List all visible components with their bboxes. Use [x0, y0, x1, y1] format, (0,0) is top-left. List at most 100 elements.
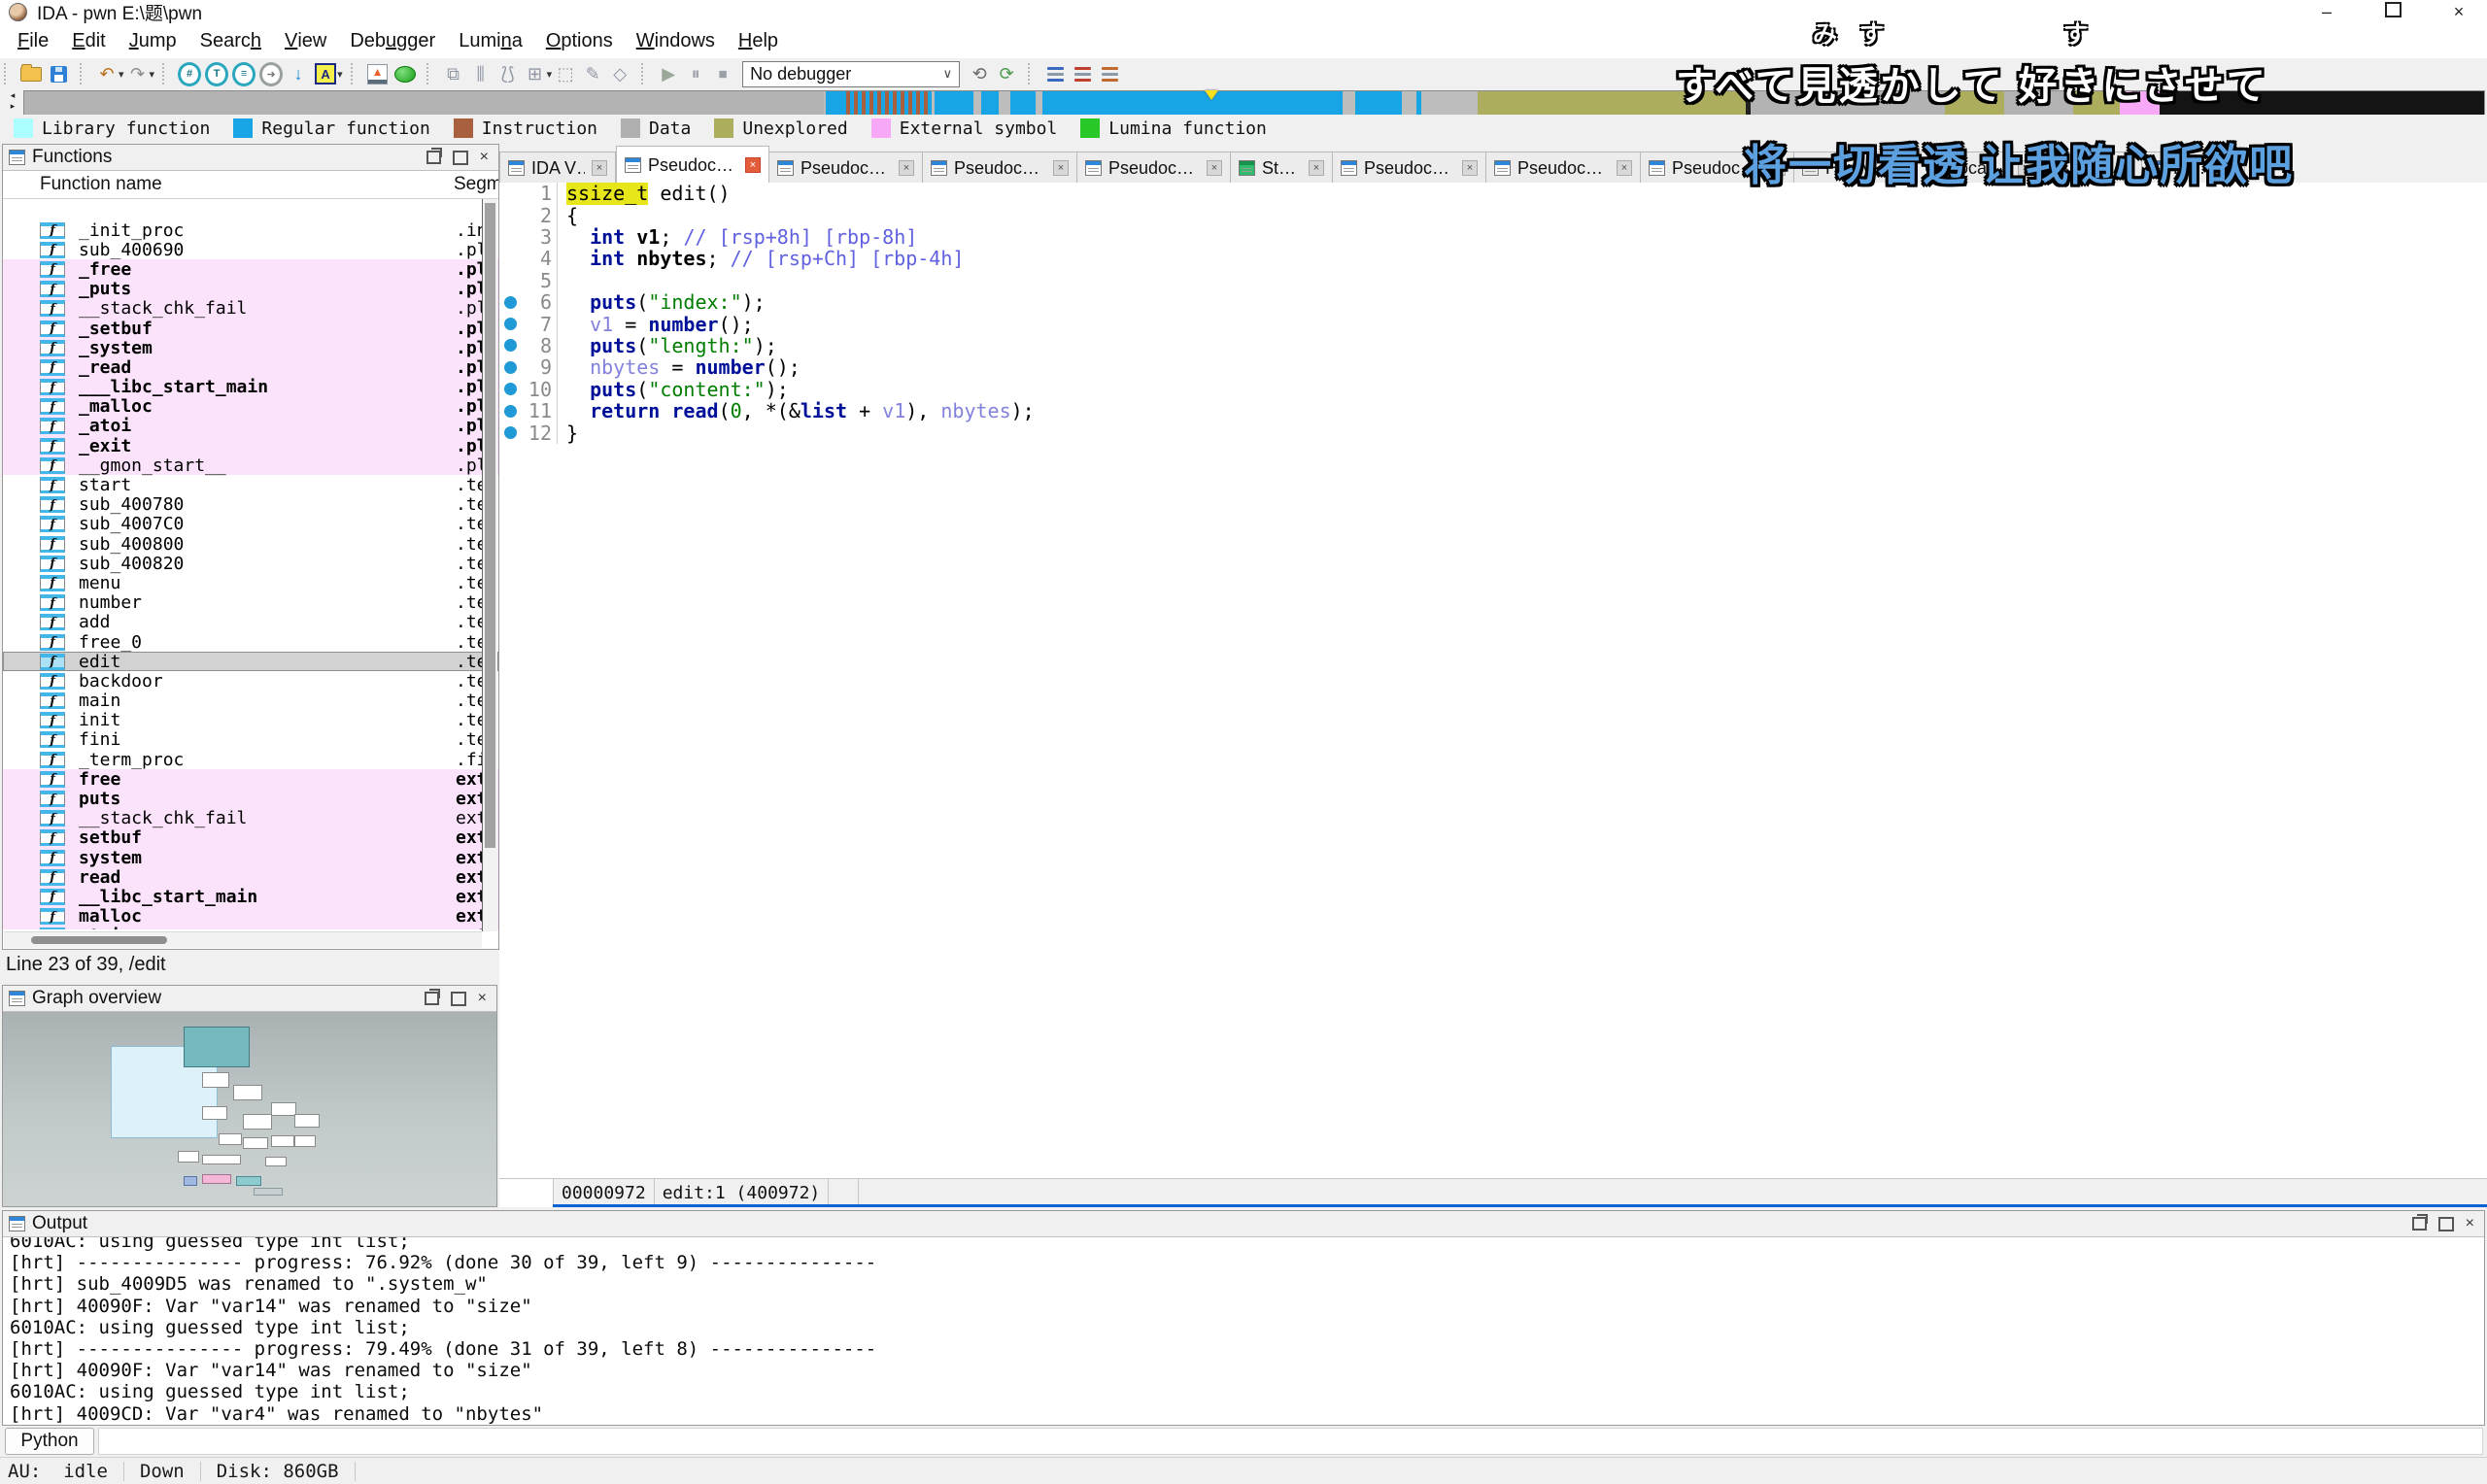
code-line-9[interactable]: 9 nbytes = number ();: [499, 355, 2487, 379]
function-row-setbuf[interactable]: fsetbufextern: [3, 827, 498, 848]
debugger-select[interactable]: No debugger ∨: [742, 60, 961, 87]
code-line-3[interactable]: 3 int v1; // [rsp+8h] [rbp-8h]: [499, 225, 2487, 249]
functions-horizontal-scrollbar[interactable]: [4, 931, 482, 948]
function-row-sub_400820[interactable]: fsub_400820.text: [3, 554, 498, 574]
function-row-___libc_start_main[interactable]: f ___libc_start_main .plt: [3, 377, 498, 397]
menu-debugger[interactable]: Deb u gger: [338, 23, 447, 58]
functions-list-header[interactable]: Function name Segment: [3, 171, 498, 199]
tab-pseudo-7[interactable]: Pseudoc… ×: [1486, 152, 1641, 185]
function-row-number[interactable]: fnumber.text: [3, 592, 498, 613]
pause-process-icon[interactable]: ⏸: [684, 62, 707, 85]
function-row-_system[interactable]: f _system .plt: [3, 338, 498, 358]
maximize-icon[interactable]: [2382, 1, 2403, 22]
function-row-sub_400780[interactable]: fsub_400780.text: [3, 494, 498, 515]
edit-function-icon[interactable]: ⫼: [469, 62, 493, 85]
tab-exports-12[interactable]: Ex… ×: [2142, 152, 2245, 185]
function-row-menu[interactable]: fmenu.text: [3, 573, 498, 593]
breakpoint-slot[interactable]: [504, 253, 517, 265]
close-tab-icon[interactable]: ×: [592, 160, 607, 176]
close-tab-icon[interactable]: ×: [2118, 160, 2133, 176]
ascii-strings-icon[interactable]: A: [314, 62, 337, 85]
band-scroll-arrows[interactable]: ◂ ▸: [4, 90, 21, 114]
output-log[interactable]: 6010AC: using guessed type int list; [hrt…: [3, 1237, 2484, 1425]
close-tab-icon[interactable]: ×: [1207, 160, 1222, 176]
code-line-4[interactable]: 4 int nbytes; // [rsp+Ch] [rbp-4h]: [499, 247, 2487, 270]
breakpoint-dot[interactable]: [504, 404, 517, 418]
breakpoint-slot[interactable]: [504, 187, 517, 200]
menu-options[interactable]: Options: [534, 23, 625, 58]
ascii-strings-icon-dropdown[interactable]: ▾: [337, 68, 343, 81]
function-row-edit[interactable]: fedit.text: [3, 652, 498, 672]
code-line-8[interactable]: 8 puts("length:");: [499, 334, 2487, 357]
functions-vertical-scrollbar[interactable]: [482, 199, 497, 931]
text-window-icon[interactable]: T: [205, 61, 229, 86]
menu-view[interactable]: View: [273, 23, 338, 58]
windows-list-icon[interactable]: ⊞: [524, 62, 547, 85]
tab-pseudo-6[interactable]: Pseudoc… ×: [1333, 152, 1486, 185]
function-row-backdoor[interactable]: fbackdoor.text: [3, 671, 498, 691]
tab-pseudo-3[interactable]: Pseudoc… ×: [923, 152, 1077, 185]
function-row-main[interactable]: fmain.text: [3, 691, 498, 711]
jump-down-icon[interactable]: ↓: [287, 62, 310, 85]
function-row-sub_4007C0[interactable]: fsub_4007C0.text: [3, 514, 498, 534]
close-tab-icon[interactable]: ×: [745, 157, 761, 173]
function-row-_atoi[interactable]: f _atoi .plt: [3, 416, 498, 436]
float-panel-icon[interactable]: [424, 989, 440, 1005]
close-icon[interactable]: ×: [2448, 2, 2470, 22]
scrollbar-thumb[interactable]: [485, 203, 495, 848]
function-row-init[interactable]: finit.text: [3, 710, 498, 730]
menu-jump[interactable]: Jump: [118, 23, 188, 58]
function-row-free[interactable]: ffreeextern: [3, 769, 498, 790]
menu-lumina[interactable]: Lumi n a: [447, 23, 534, 58]
code-line-2[interactable]: 2{: [499, 204, 2487, 227]
breakpoint-dot[interactable]: [504, 339, 517, 353]
breakpoint-dot[interactable]: [504, 318, 517, 331]
select-box-icon[interactable]: ⬚: [554, 62, 577, 85]
start-process-icon[interactable]: ▶: [657, 62, 680, 85]
float-panel-icon[interactable]: [426, 148, 442, 164]
open-file-icon[interactable]: [19, 62, 43, 85]
function-row-add[interactable]: fadd.text: [3, 612, 498, 632]
function-row-_read[interactable]: f _read .plt: [3, 357, 498, 378]
close-tab-icon[interactable]: ×: [899, 160, 914, 176]
windows-list-icon-dropdown[interactable]: ▾: [547, 68, 553, 81]
menu-search[interactable]: Searc h: [188, 23, 273, 58]
tab-hex-9[interactable]: Hex V… ×: [1794, 152, 1918, 185]
script-command-icon[interactable]: [1071, 62, 1094, 85]
function-row-malloc[interactable]: fmallocextern: [3, 906, 498, 927]
code-line-11[interactable]: 11 return read(0, *(& list + v1), nbytes)…: [499, 399, 2487, 422]
code-line-7[interactable]: 7 v1 = number ();: [499, 313, 2487, 336]
scrollbar-thumb[interactable]: [31, 936, 167, 944]
create-function-icon[interactable]: ⧉: [442, 62, 465, 85]
tab-ida-0[interactable]: IDA V… ×: [499, 152, 616, 185]
close-tab-icon[interactable]: ×: [1893, 160, 1909, 176]
tab-pseudo-8[interactable]: Pseudoc… ×: [1641, 152, 1794, 185]
close-panel-icon[interactable]: ×: [478, 991, 487, 1006]
tab-pseudo-2[interactable]: Pseudoc… ×: [769, 152, 923, 185]
close-tab-icon[interactable]: ×: [1617, 160, 1632, 176]
breakpoint-dot[interactable]: [504, 383, 517, 396]
function-row-_free[interactable]: f _free .plt: [3, 259, 498, 280]
menu-windows[interactable]: Windows: [625, 23, 727, 58]
function-row-__stack_chk_fail[interactable]: f__stack_chk_failextern: [3, 808, 498, 828]
function-row-_puts[interactable]: f _puts .plt: [3, 279, 498, 299]
tab-pseudo-4[interactable]: Pseudoc… ×: [1077, 152, 1231, 185]
code-line-1[interactable]: 1 ssize_t edit(): [499, 183, 2487, 206]
breakpoint-slot[interactable]: [504, 274, 517, 287]
lumina-icon[interactable]: [393, 62, 417, 85]
navigation-band[interactable]: [23, 90, 2485, 116]
jump-address-icon[interactable]: ➜: [259, 61, 284, 86]
minimize-icon[interactable]: –: [2316, 2, 2337, 22]
close-panel-icon[interactable]: ×: [480, 150, 489, 165]
float-panel-icon[interactable]: [2411, 1214, 2428, 1231]
function-row-_setbuf[interactable]: f _setbuf .plt: [3, 319, 498, 339]
column-segment[interactable]: Segment: [454, 174, 498, 195]
breakpoint-dot[interactable]: [504, 425, 517, 439]
function-row-puts[interactable]: fputsextern: [3, 789, 498, 809]
function-row-atoi[interactable]: fatoiextern: [3, 926, 498, 929]
hex-window-icon[interactable]: #: [178, 61, 202, 86]
column-function-name[interactable]: Function name: [3, 174, 454, 195]
close-panel-icon[interactable]: ×: [2466, 1216, 2474, 1231]
save-icon[interactable]: [47, 62, 70, 85]
function-row-sub_400690[interactable]: f sub_400690 .plt: [3, 240, 498, 260]
